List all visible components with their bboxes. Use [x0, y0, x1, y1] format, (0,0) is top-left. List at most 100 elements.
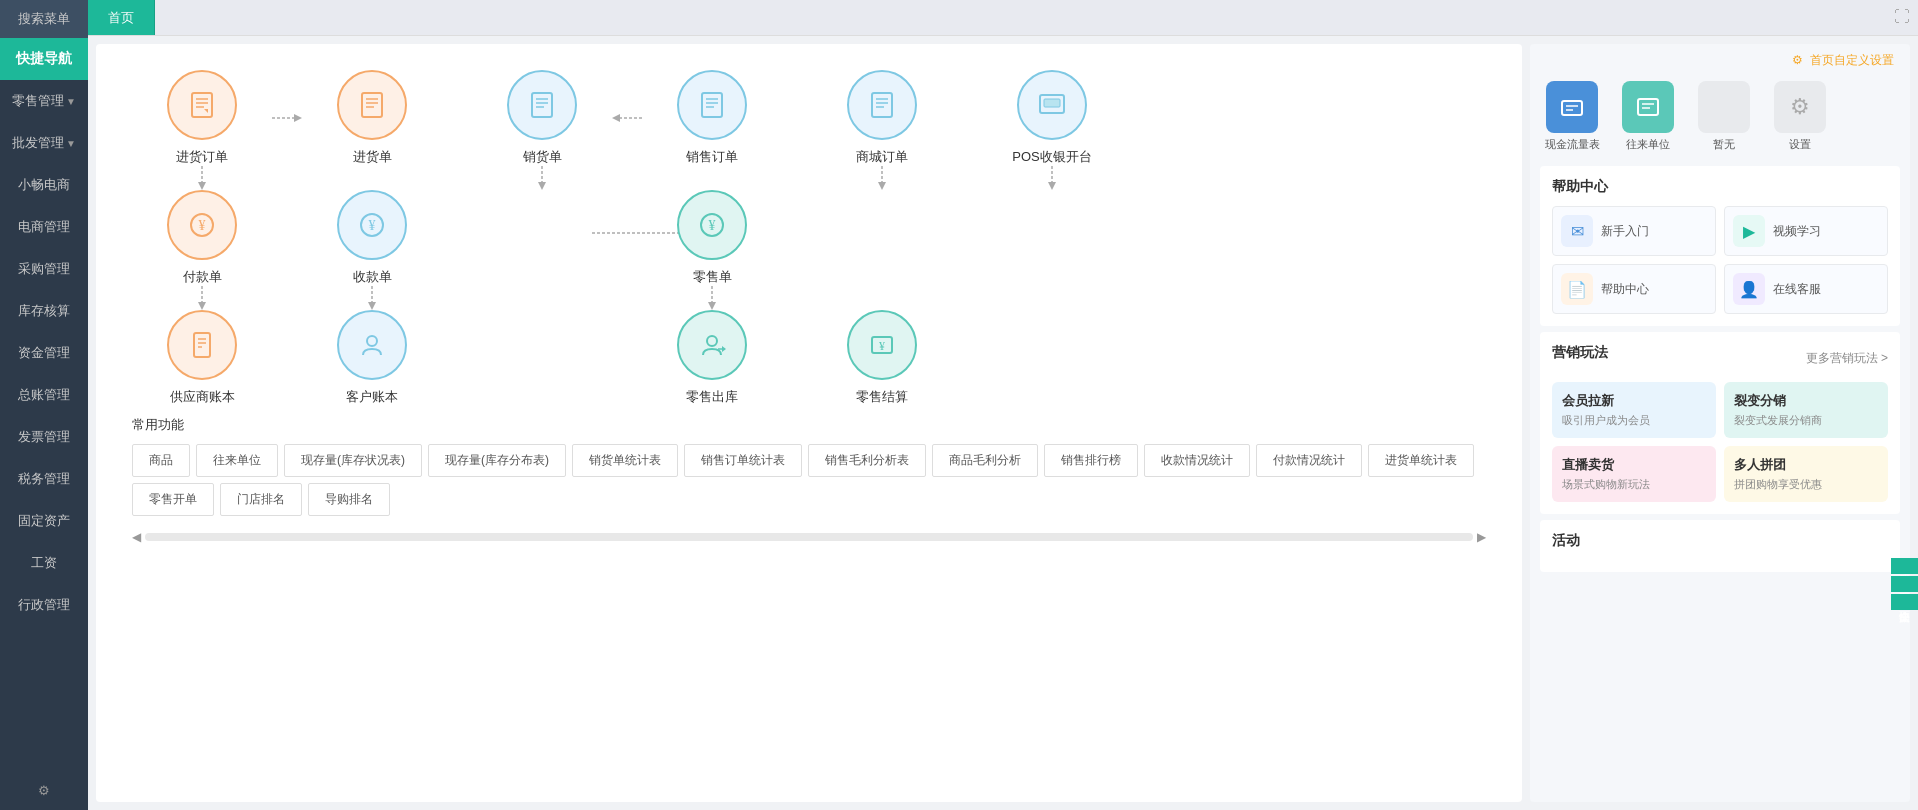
purchase-icon[interactable] [337, 70, 407, 140]
settings-label: 设置 [1789, 137, 1811, 152]
flow-cell-customer-book[interactable]: 客户账本 [302, 310, 442, 406]
payment-label: 付款单 [183, 268, 222, 286]
sidebar-item-payroll[interactable]: 工资 [0, 542, 88, 584]
btn-sales-stat[interactable]: 销货单统计表 [572, 444, 678, 477]
sidebar-item-purchase[interactable]: 采购管理 [0, 248, 88, 290]
help-beginner[interactable]: ✉ 新手入门 [1552, 206, 1716, 256]
btn-receipt-stat[interactable]: 收款情况统计 [1144, 444, 1250, 477]
btn-sales-order-stat[interactable]: 销售订单统计表 [684, 444, 802, 477]
sidebar-item-fixed-assets[interactable]: 固定资产 [0, 500, 88, 542]
retail-order-icon[interactable]: ¥ [677, 190, 747, 260]
svg-rect-0 [192, 93, 212, 117]
btn-guide-rank[interactable]: 导购排名 [308, 483, 390, 516]
flow-row-2: ¥ 付款单 ¥ 收款单 [132, 190, 1486, 286]
flow-cell-retail[interactable]: ¥ 零售单 [642, 190, 782, 286]
flow-cell-purchase[interactable]: 进货单 [302, 70, 442, 166]
float-btn-hotline[interactable]: 客服热线 [1891, 558, 1918, 574]
quick-partner[interactable]: 往来单位 [1618, 81, 1678, 152]
flow-cell-receipt[interactable]: ¥ 收款单 [302, 190, 442, 286]
payment-icon[interactable]: ¥ [167, 190, 237, 260]
tab-home[interactable]: 首页 [88, 0, 155, 35]
sidebar-item-finance[interactable]: 资金管理 [0, 332, 88, 374]
fullscreen-button[interactable]: ⛶ [1894, 8, 1910, 26]
flow-cell-sales[interactable]: 销货单 [472, 70, 612, 166]
btn-stock-status[interactable]: 现存量(库存状况表) [284, 444, 422, 477]
sidebar-search[interactable]: 搜索菜单 [0, 0, 88, 38]
float-btn-desktop[interactable]: 桌面快捷 [1891, 594, 1918, 610]
marketing-item-group[interactable]: 多人拼团 拼团购物享受优惠 [1724, 446, 1888, 502]
quick-cashflow[interactable]: 现金流量表 [1542, 81, 1602, 152]
customer-book-icon[interactable] [337, 310, 407, 380]
flow-row-3: 供应商账本 客户账本 [132, 310, 1486, 406]
sidebar-item-tax[interactable]: 税务管理 [0, 458, 88, 500]
help-online[interactable]: 👤 在线客服 [1724, 264, 1888, 314]
sidebar-item-invoice[interactable]: 发票管理 [0, 416, 88, 458]
marketing-item-live[interactable]: 直播卖货 场景式购物新玩法 [1552, 446, 1716, 502]
sales-icon[interactable] [507, 70, 577, 140]
settings-icon[interactable]: ⚙ [0, 771, 88, 810]
btn-store-rank[interactable]: 门店排名 [220, 483, 302, 516]
flow-cell-purchase-order[interactable]: 进货订单 [132, 70, 272, 166]
sidebar-item-ecommerce-mgmt[interactable]: 电商管理 [0, 206, 88, 248]
quick-none[interactable]: 暂无 [1694, 81, 1754, 152]
supplier-book-icon[interactable] [167, 310, 237, 380]
btn-sales-profit[interactable]: 销售毛利分析表 [808, 444, 926, 477]
svg-rect-16 [702, 93, 722, 117]
scroll-left-btn[interactable]: ◀ [132, 530, 141, 544]
more-marketing-link[interactable]: 更多营销玩法 > [1806, 350, 1888, 367]
sidebar-item-ecommerce-small[interactable]: 小畅电商 [0, 164, 88, 206]
partner-icon-box [1622, 81, 1674, 133]
svg-marker-15 [612, 114, 620, 122]
flow-cell-payment[interactable]: ¥ 付款单 [132, 190, 272, 286]
svg-point-54 [707, 336, 717, 346]
purchase-order-label: 进货订单 [176, 148, 228, 166]
quick-settings[interactable]: ⚙ 设置 [1770, 81, 1830, 152]
help-center-link[interactable]: 📄 帮助中心 [1552, 264, 1716, 314]
btn-product[interactable]: 商品 [132, 444, 190, 477]
flow-cell-pos[interactable]: POS收银开台 [982, 70, 1122, 166]
help-video[interactable]: ▶ 视频学习 [1724, 206, 1888, 256]
scroll-track[interactable] [145, 533, 1473, 541]
sidebar-item-inventory[interactable]: 库存核算 [0, 290, 88, 332]
sidebar-item-retail[interactable]: 零售管理 ▼ [0, 80, 88, 122]
btn-product-profit[interactable]: 商品毛利分析 [932, 444, 1038, 477]
flow-cell-retail-out[interactable]: 零售出库 [642, 310, 782, 406]
main-panel: 进货订单 进货单 [96, 44, 1522, 802]
float-btn-community[interactable]: 服务社区 [1891, 576, 1918, 592]
vertical-arrows-row1 [132, 166, 1486, 190]
receipt-icon[interactable]: ¥ [337, 190, 407, 260]
arrow-down-purchase-order [194, 166, 210, 190]
flow-cell-sales-order[interactable]: 销售订单 [642, 70, 782, 166]
help-title: 帮助中心 [1552, 178, 1888, 196]
btn-purchase-stat[interactable]: 进货单统计表 [1368, 444, 1474, 477]
flow-cell-mall-order[interactable]: 商城订单 [812, 70, 952, 166]
mall-order-icon[interactable] [847, 70, 917, 140]
pos-icon[interactable] [1017, 70, 1087, 140]
retail-settle-icon[interactable]: ¥ [847, 310, 917, 380]
btn-sales-rank[interactable]: 销售排行榜 [1044, 444, 1138, 477]
sales-order-icon[interactable] [677, 70, 747, 140]
customize-header[interactable]: ⚙ 首页自定义设置 [1530, 44, 1910, 73]
scroll-right-btn[interactable]: ▶ [1477, 530, 1486, 544]
flow-cell-supplier-book[interactable]: 供应商账本 [132, 310, 272, 406]
fission-desc: 裂变式发展分销商 [1734, 413, 1878, 428]
sidebar-item-ledger[interactable]: 总账管理 [0, 374, 88, 416]
btn-retail-order[interactable]: 零售开单 [132, 483, 214, 516]
btn-stock-dist[interactable]: 现存量(库存分布表) [428, 444, 566, 477]
marketing-item-fission[interactable]: 裂变分销 裂变式发展分销商 [1724, 382, 1888, 438]
btn-payment-stat[interactable]: 付款情况统计 [1256, 444, 1362, 477]
main-area: 首页 进货订单 [88, 0, 1918, 810]
svg-rect-6 [362, 93, 382, 117]
flow-cell-retail-settle[interactable]: ¥ 零售结算 [812, 310, 952, 406]
customer-book-label: 客户账本 [346, 388, 398, 406]
flow-diagram: 进货订单 进货单 [112, 60, 1506, 406]
marketing-item-member[interactable]: 会员拉新 吸引用户成为会员 [1552, 382, 1716, 438]
tab-bar: 首页 [88, 0, 1918, 36]
vertical-arrows-row2 [132, 286, 1486, 310]
sidebar-nav-item[interactable]: 快捷导航 [0, 38, 88, 80]
purchase-order-icon[interactable] [167, 70, 237, 140]
btn-partner[interactable]: 往来单位 [196, 444, 278, 477]
retail-out-icon[interactable] [677, 310, 747, 380]
sidebar-item-admin[interactable]: 行政管理 [0, 584, 88, 626]
sidebar-item-wholesale[interactable]: 批发管理 ▼ [0, 122, 88, 164]
